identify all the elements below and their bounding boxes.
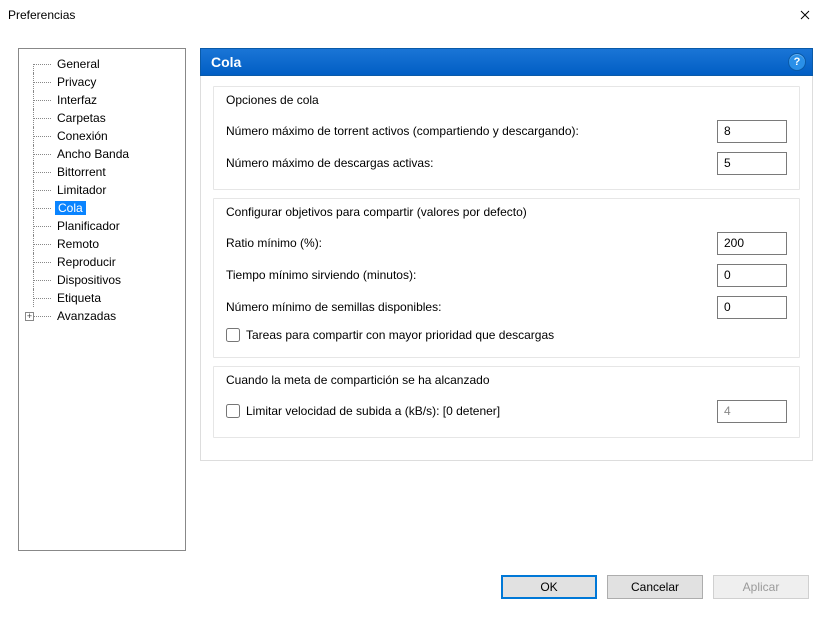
sidebar-item-ancho-banda[interactable]: Ancho Banda	[19, 145, 185, 163]
sidebar-item-etiqueta[interactable]: Etiqueta	[19, 289, 185, 307]
sidebar-item-label: Dispositivos	[55, 273, 123, 287]
tree-connector	[23, 199, 47, 217]
sidebar-item-planificador[interactable]: Planificador	[19, 217, 185, 235]
close-button[interactable]	[782, 0, 827, 30]
group-title-share: Configurar objetivos para compartir (val…	[226, 205, 787, 219]
priority-seed-checkbox[interactable]	[226, 328, 240, 342]
tree-connector	[23, 289, 47, 307]
cancel-button[interactable]: Cancelar	[607, 575, 703, 599]
tree-connector	[23, 307, 47, 325]
sidebar-item-label: Avanzadas	[55, 309, 118, 323]
tree-connector	[23, 109, 47, 127]
tree-connector	[23, 235, 47, 253]
tree-connector	[23, 271, 47, 289]
tree-connector	[23, 55, 47, 73]
tree-connector	[23, 253, 47, 271]
sidebar-item-label: Cola	[55, 201, 86, 215]
panel-header: Cola ?	[200, 48, 813, 76]
sidebar: General Privacy Interfaz Carpetas Conexión An…	[18, 48, 186, 551]
sidebar-item-general[interactable]: General	[19, 55, 185, 73]
min-seeds-label: Número mínimo de semillas disponibles:	[226, 300, 717, 314]
min-seed-time-label: Tiempo mínimo sirviendo (minutos):	[226, 268, 717, 282]
sidebar-item-label: Limitador	[55, 183, 108, 197]
group-share-targets: Configurar objetivos para compartir (val…	[213, 198, 800, 358]
sidebar-item-interfaz[interactable]: Interfaz	[19, 91, 185, 109]
max-downloads-label: Número máximo de descargas activas:	[226, 156, 717, 170]
titlebar: Preferencias	[0, 0, 827, 30]
sidebar-item-remoto[interactable]: Remoto	[19, 235, 185, 253]
preferences-window: Preferencias General Privacy Interfaz Carpe…	[0, 0, 827, 617]
main-panel: Cola ? Opciones de cola Número máximo de…	[200, 48, 813, 551]
tree-connector	[23, 91, 47, 109]
group-goal-reached: Cuando la meta de compartición se ha alc…	[213, 366, 800, 438]
sidebar-item-label: Planificador	[55, 219, 122, 233]
dialog-footer: OK Cancelar Aplicar	[0, 567, 827, 617]
sidebar-item-avanzadas[interactable]: +Avanzadas	[19, 307, 185, 325]
min-seeds-input[interactable]	[717, 296, 787, 319]
max-active-label: Número máximo de torrent activos (compar…	[226, 124, 717, 138]
tree-connector	[23, 145, 47, 163]
sidebar-item-label: Interfaz	[55, 93, 99, 107]
tree-connector	[23, 163, 47, 181]
sidebar-item-carpetas[interactable]: Carpetas	[19, 109, 185, 127]
sidebar-item-bittorrent[interactable]: Bittorrent	[19, 163, 185, 181]
tree-connector	[23, 181, 47, 199]
max-downloads-input[interactable]	[717, 152, 787, 175]
sidebar-item-privacy[interactable]: Privacy	[19, 73, 185, 91]
tree-connector	[23, 73, 47, 91]
tree-connector	[23, 217, 47, 235]
sidebar-item-conexión[interactable]: Conexión	[19, 127, 185, 145]
sidebar-item-label: General	[55, 57, 102, 71]
limit-upload-label: Limitar velocidad de subida a (kB/s): [0…	[246, 404, 500, 418]
tree-connector	[23, 127, 47, 145]
group-title-queue: Opciones de cola	[226, 93, 787, 107]
max-active-input[interactable]	[717, 120, 787, 143]
sidebar-item-label: Bittorrent	[55, 165, 108, 179]
help-icon[interactable]: ?	[788, 53, 806, 71]
ok-button[interactable]: OK	[501, 575, 597, 599]
sidebar-item-label: Reproducir	[55, 255, 118, 269]
priority-seed-label: Tareas para compartir con mayor priorida…	[246, 328, 554, 342]
apply-button[interactable]: Aplicar	[713, 575, 809, 599]
sidebar-item-dispositivos[interactable]: Dispositivos	[19, 271, 185, 289]
limit-upload-checkbox[interactable]	[226, 404, 240, 418]
min-ratio-input[interactable]	[717, 232, 787, 255]
close-icon	[800, 10, 810, 20]
min-ratio-label: Ratio mínimo (%):	[226, 236, 717, 250]
group-queue-options: Opciones de cola Número máximo de torren…	[213, 86, 800, 190]
min-seed-time-input[interactable]	[717, 264, 787, 287]
sidebar-item-limitador[interactable]: Limitador	[19, 181, 185, 199]
sidebar-item-label: Carpetas	[55, 111, 108, 125]
sidebar-item-label: Privacy	[55, 75, 98, 89]
sidebar-item-label: Ancho Banda	[55, 147, 131, 161]
panel-title: Cola	[211, 54, 241, 70]
sidebar-item-label: Etiqueta	[55, 291, 103, 305]
window-title: Preferencias	[8, 8, 75, 22]
group-title-goal: Cuando la meta de compartición se ha alc…	[226, 373, 787, 387]
sidebar-item-cola[interactable]: Cola	[19, 199, 185, 217]
sidebar-item-reproducir[interactable]: Reproducir	[19, 253, 185, 271]
limit-upload-input[interactable]	[717, 400, 787, 423]
sidebar-item-label: Remoto	[55, 237, 101, 251]
sidebar-item-label: Conexión	[55, 129, 110, 143]
